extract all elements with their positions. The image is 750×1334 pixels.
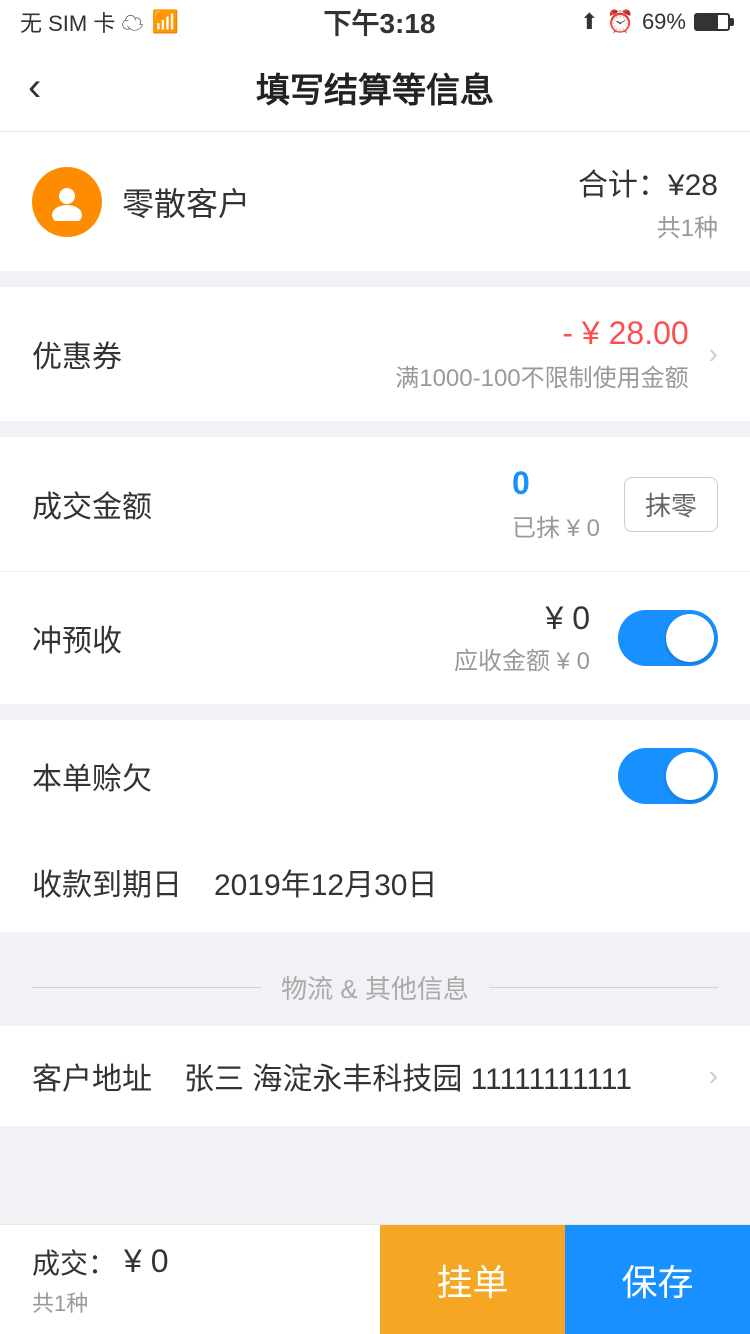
due-date-label: 收款到期日 xyxy=(32,860,182,904)
sim-status: 无 SIM 卡 ☁ xyxy=(20,6,143,38)
logistics-divider: 物流 & 其他信息 xyxy=(0,949,750,1026)
page-title: 填写结算等信息 xyxy=(256,63,494,112)
location-icon: ⬆ xyxy=(580,9,598,35)
prepay-row: 冲预收 ¥ 0 应收金额 ¥ 0 xyxy=(0,572,750,704)
status-left: 无 SIM 卡 ☁ 📶 xyxy=(20,6,179,38)
bottom-item-count: 共1种 xyxy=(32,1286,348,1318)
toggle-knob xyxy=(666,614,714,662)
transaction-section: 成交金额 0 已抹 ¥ 0 抹零 冲预收 ¥ 0 应收金额 ¥ 0 xyxy=(0,437,750,704)
prepay-amount: ¥ 0 xyxy=(454,600,590,637)
address-row[interactable]: 客户地址 张三 海淀永丰科技园 11111111111 › xyxy=(0,1026,750,1126)
coupon-section[interactable]: 优惠券 - ¥ 28.00 满1000-100不限制使用金额 › xyxy=(0,287,750,421)
address-section[interactable]: 客户地址 张三 海淀永丰科技园 11111111111 › xyxy=(0,1026,750,1126)
avatar xyxy=(32,167,102,237)
battery-percent: 69% xyxy=(642,9,686,35)
transaction-value[interactable]: 0 xyxy=(512,465,600,502)
debt-toggle[interactable] xyxy=(618,748,718,804)
round-down-button[interactable]: 抹零 xyxy=(624,477,718,532)
bottom-summary: 成交： ¥ 0 共1种 xyxy=(0,1242,380,1318)
item-count: 共1种 xyxy=(578,208,718,243)
coupon-row[interactable]: 优惠券 - ¥ 28.00 满1000-100不限制使用金额 › xyxy=(0,287,750,421)
transaction-label: 成交金额 xyxy=(32,482,152,526)
due-date-value: 2019年12月30日 xyxy=(214,860,437,904)
address-label: 客户地址 xyxy=(32,1054,152,1098)
status-time: 下午3:18 xyxy=(323,2,435,42)
coupon-desc: 满1000-100不限制使用金额 xyxy=(395,358,688,393)
prepay-toggle[interactable] xyxy=(618,610,718,666)
customer-section: 零散客户 合计：¥28 共1种 xyxy=(0,132,750,271)
content: 零散客户 合计：¥28 共1种 优惠券 - ¥ 28.00 满1000-100不… xyxy=(0,132,750,1262)
transaction-amount-row: 成交金额 0 已抹 ¥ 0 抹零 xyxy=(0,437,750,572)
prepay-label: 冲预收 xyxy=(32,616,122,660)
coupon-label: 优惠券 xyxy=(32,332,122,376)
customer-name: 零散客户 xyxy=(122,179,250,225)
status-right: ⬆ ⏰ 69% xyxy=(580,9,730,35)
status-bar: 无 SIM 卡 ☁ 📶 下午3:18 ⬆ ⏰ 69% xyxy=(0,0,750,44)
bottom-deal-label: 成交： xyxy=(32,1242,116,1282)
wifi-icon: 📶 xyxy=(151,9,178,35)
transaction-sub: 已抹 ¥ 0 xyxy=(512,508,600,543)
nav-bar: ‹ 填写结算等信息 xyxy=(0,44,750,132)
hold-button[interactable]: 挂单 xyxy=(380,1225,565,1334)
prepay-sub: 应收金额 ¥ 0 xyxy=(454,641,590,676)
debt-toggle-knob xyxy=(666,752,714,800)
debt-section: 本单赊欠 收款到期日 2019年12月30日 xyxy=(0,720,750,933)
total-price: 合计：¥28 xyxy=(578,160,718,204)
battery-icon xyxy=(694,13,730,31)
debt-label: 本单赊欠 xyxy=(32,754,152,798)
logistics-label: 物流 & 其他信息 xyxy=(281,969,469,1006)
coupon-discount: - ¥ 28.00 xyxy=(395,315,688,352)
bottom-deal-amount: ¥ 0 xyxy=(124,1243,168,1280)
coupon-chevron-icon: › xyxy=(709,338,718,370)
divider-line-left xyxy=(32,987,261,988)
alarm-icon: ⏰ xyxy=(607,9,634,35)
debt-row: 本单赊欠 xyxy=(0,720,750,832)
bottom-bar: 成交： ¥ 0 共1种 挂单 保存 xyxy=(0,1224,750,1334)
address-value: 张三 海淀永丰科技园 11111111111 xyxy=(184,1054,697,1098)
back-button[interactable]: ‹ xyxy=(28,65,41,110)
divider-line-right xyxy=(489,987,718,988)
due-date-row[interactable]: 收款到期日 2019年12月30日 xyxy=(0,832,750,933)
save-button[interactable]: 保存 xyxy=(565,1225,750,1334)
address-chevron-icon: › xyxy=(709,1060,718,1092)
